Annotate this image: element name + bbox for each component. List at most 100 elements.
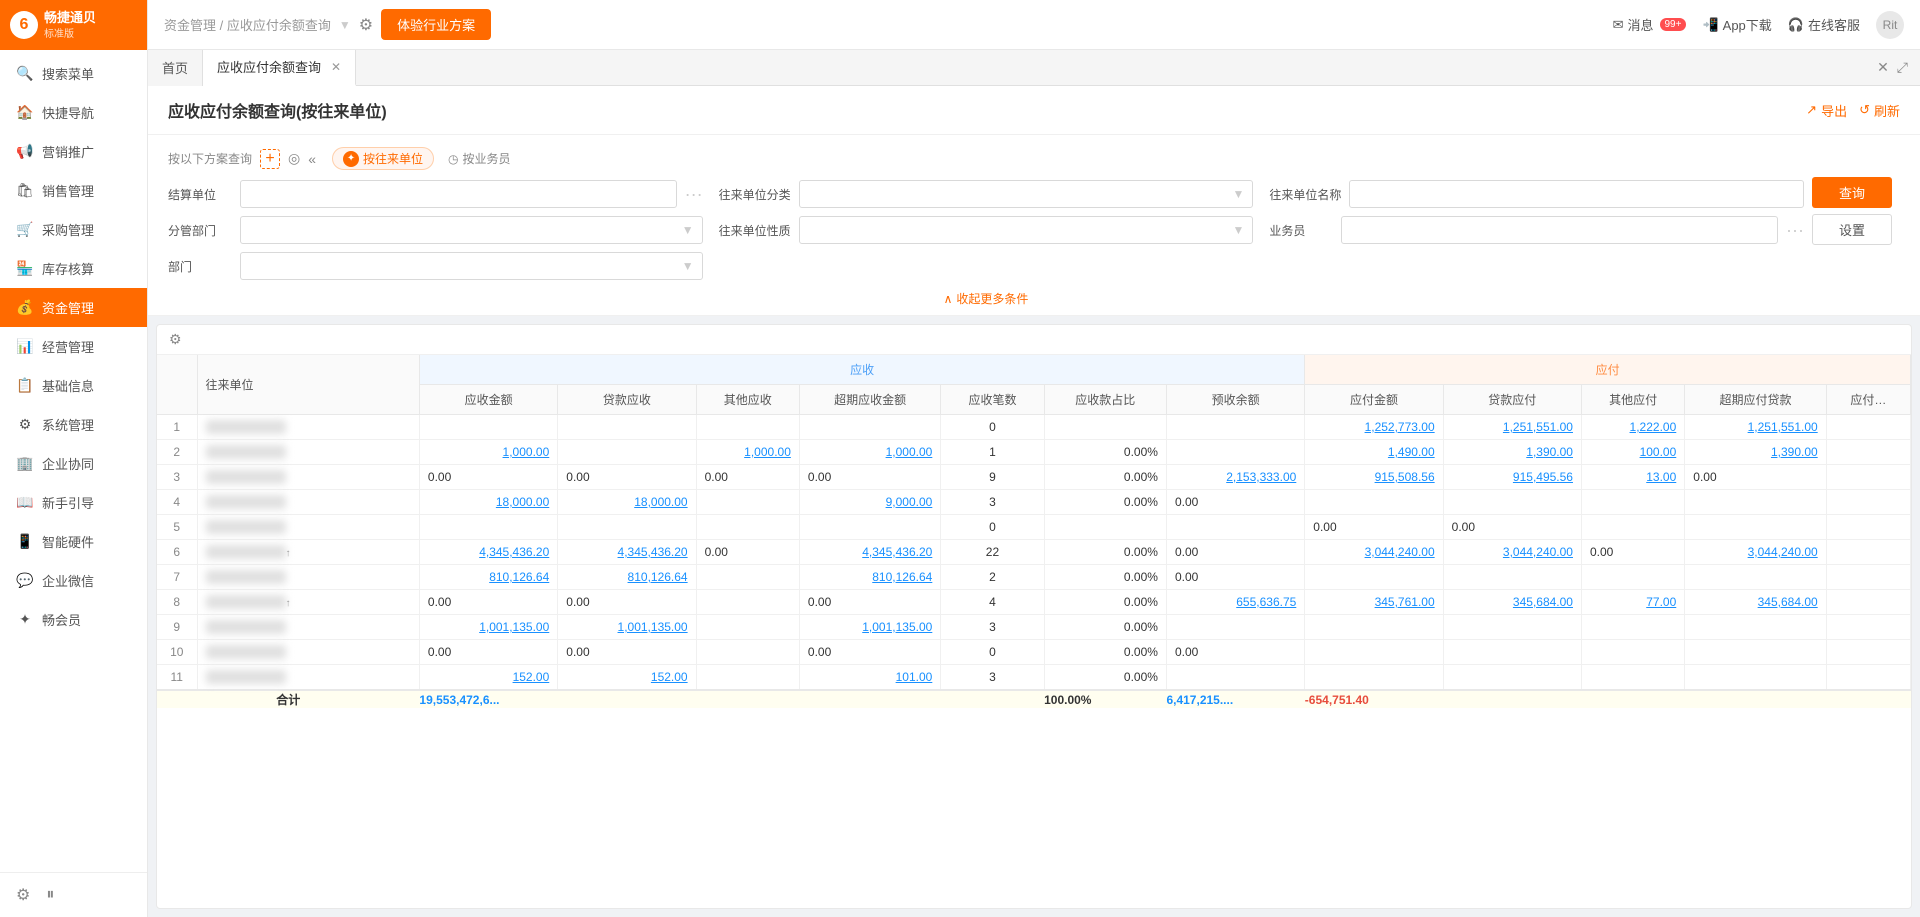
topbar-breadcrumb: 资金管理 / 应收应付余额查询 (164, 15, 331, 34)
sidebar-item-quick-nav[interactable]: 🏠 快捷导航 (0, 93, 147, 132)
filter-row-partner-name: 往来单位名称 (1269, 180, 1804, 208)
collapse-btn[interactable]: ∧ 收起更多条件 (168, 286, 1804, 311)
footer-ar-prepay[interactable]: 6,417,215.... (1166, 690, 1304, 708)
col-ar-prepay: 预收余额 (1166, 385, 1304, 415)
partner-nature-select[interactable]: ▼ (799, 216, 1254, 244)
sales-icon: 🛍 (16, 182, 34, 199)
scheme-partner-btn[interactable]: ✦ 按往来单位 (332, 147, 434, 170)
dept-select[interactable]: ▼ (240, 216, 703, 244)
settings-btn[interactable]: 设置 (1812, 214, 1892, 245)
col-ap-loan: 贷款应付 (1443, 385, 1581, 415)
tab-home[interactable]: 首页 (148, 50, 203, 86)
filter-scheme-btn[interactable]: ◎ (288, 150, 300, 167)
message-icon: ✉ (1613, 17, 1624, 33)
sidebar-item-finance[interactable]: 💰 资金管理 (0, 288, 147, 327)
marketing-icon: 📢 (16, 143, 34, 160)
topbar-dropdown-icon[interactable]: ▼ (339, 18, 351, 32)
refresh-btn[interactable]: ↺ 刷新 (1859, 101, 1900, 120)
col-ar-ratio: 应收款占比 (1044, 385, 1166, 415)
user-avatar[interactable]: Rit (1876, 11, 1904, 39)
sidebar-logo: 6 畅捷通贝 标准版 (0, 0, 147, 50)
query-btn[interactable]: 查询 (1812, 177, 1892, 208)
table-row: 11 152.00152.00101.0030.00% (157, 665, 1911, 691)
footer-label: 合计 (157, 690, 419, 708)
settlement-dots-icon[interactable]: ··· (685, 184, 703, 205)
topbar: 资金管理 / 应收应付余额查询 ▼ ⚙ 体验行业方案 ✉ 消息 99+ 📲 Ap… (148, 0, 1920, 50)
table-row: 6 ↑4,345,436.204,345,436.200.004,345,436… (157, 540, 1911, 565)
filter-collapse-arrow[interactable]: « (308, 151, 316, 167)
table-row: 3 0.000.000.000.0090.00%2,153,333.00915,… (157, 465, 1911, 490)
trial-btn[interactable]: 体验行业方案 (381, 9, 491, 40)
filter-label: 按以下方案查询 (168, 150, 252, 167)
sidebar-item-sales[interactable]: 🛍 销售管理 (0, 171, 147, 210)
vip-icon: ✦ (16, 611, 34, 628)
table-footer-row: 合计 19,553,472,6... 100.00% 6,417,215....… (157, 690, 1911, 708)
filter-add-btn[interactable]: + (260, 149, 280, 169)
filter-row-settlement: 结算单位 ··· (168, 180, 703, 208)
refresh-icon: ↺ (1859, 102, 1870, 118)
tab-balance-query[interactable]: 应收应付余额查询 ✕ (203, 50, 356, 86)
col-ar-amount: 应收金额 (419, 385, 557, 415)
export-icon: ↗ (1806, 102, 1817, 118)
settings-bottom-icon[interactable]: ⚙ (16, 885, 30, 905)
settlement-input[interactable] (240, 180, 677, 208)
sidebar-item-guide[interactable]: 📖 新手引导 (0, 483, 147, 522)
scheme-employee-btn[interactable]: ◷ 按业务员 (440, 148, 519, 169)
salesman-input[interactable] (1341, 216, 1778, 244)
message-btn[interactable]: ✉ 消息 99+ (1613, 15, 1687, 34)
filter-buttons: 查询 设置 (1804, 147, 1900, 245)
filter-row-salesman: 业务员 ··· (1269, 216, 1804, 244)
footer-ar-amount[interactable]: 19,553,472,6... (419, 690, 557, 708)
tab-close-icon[interactable]: ✕ (331, 60, 341, 74)
close-window-btn[interactable]: ✕ (1877, 59, 1889, 76)
online-service-btn[interactable]: 🎧 在线客服 (1788, 15, 1860, 34)
basic-info-icon: 📋 (16, 377, 34, 394)
guide-icon: 📖 (16, 494, 34, 511)
col-ar-loan: 贷款应收 (558, 385, 696, 415)
data-table: 往来单位 应收 应付 应收金额 贷款应收 其他应收 超期应收金额 应收笔数 应收… (157, 355, 1911, 708)
app-download-btn[interactable]: 📲 App下载 (1702, 15, 1771, 34)
sidebar-item-enterprise[interactable]: 🏢 企业协同 (0, 444, 147, 483)
sidebar-item-vip[interactable]: ✦ 畅会员 (0, 600, 147, 639)
salesman-dots-icon[interactable]: ··· (1786, 220, 1804, 241)
topbar-gear-icon[interactable]: ⚙ (359, 15, 373, 35)
sidebar-item-smart-hw[interactable]: 📱 智能硬件 (0, 522, 147, 561)
footer-ap-amount[interactable]: -654,751.40 (1305, 690, 1443, 708)
sidebar: 6 畅捷通贝 标准版 🔍 搜索菜单 🏠 快捷导航 📢 营销推广 🛍 销售管理 🛒… (0, 0, 148, 917)
sidebar-item-marketing[interactable]: 📢 营销推广 (0, 132, 147, 171)
col-ap-extra: 应付… (1826, 385, 1910, 415)
sidebar-item-system[interactable]: ⚙ 系统管理 (0, 405, 147, 444)
filter-area: 按以下方案查询 + ◎ « ✦ 按往来单位 ◷ 按业务员 (148, 135, 1920, 316)
page-header: 应收应付余额查询(按往来单位) ↗ 导出 ↺ 刷新 (148, 86, 1920, 135)
collapse-icon[interactable]: ⏸ (46, 886, 54, 904)
footer-ar-ratio: 100.00% (1044, 690, 1166, 708)
page-title: 应收应付余额查询(按往来单位) (168, 98, 387, 122)
col-partner: 往来单位 (197, 355, 419, 415)
sidebar-item-basic-info[interactable]: 📋 基础信息 (0, 366, 147, 405)
table-row: 9 1,001,135.001,001,135.001,001,135.0030… (157, 615, 1911, 640)
sidebar-item-operations[interactable]: 📊 经营管理 (0, 327, 147, 366)
export-btn[interactable]: ↗ 导出 (1806, 101, 1847, 120)
inventory-icon: 🏪 (16, 260, 34, 277)
col-ap-other: 其他应付 (1581, 385, 1684, 415)
expand-btn[interactable]: ⤢ (1897, 59, 1908, 76)
system-icon: ⚙ (16, 416, 34, 433)
col-ap-amount: 应付金额 (1305, 385, 1443, 415)
sidebar-item-purchase[interactable]: 🛒 采购管理 (0, 210, 147, 249)
scheme-icon: ✦ (343, 151, 359, 167)
sidebar-item-wechat[interactable]: 💬 企业微信 (0, 561, 147, 600)
branch-dept-select[interactable]: ▼ (240, 252, 703, 280)
sidebar-item-inventory[interactable]: 🏪 库存核算 (0, 249, 147, 288)
table-area: ⚙ 往来单位 应收 应付 应收金额 贷款应收 其他应收 (156, 324, 1912, 909)
page-header-actions: ↗ 导出 ↺ 刷新 (1806, 101, 1900, 120)
partner-name-input[interactable] (1349, 180, 1804, 208)
sidebar-bottom: ⚙ ⏸ (0, 872, 147, 917)
enterprise-icon: 🏢 (16, 455, 34, 472)
table-wrapper[interactable]: 往来单位 应收 应付 应收金额 贷款应收 其他应收 超期应收金额 应收笔数 应收… (157, 355, 1911, 908)
table-settings-icon[interactable]: ⚙ (169, 331, 182, 348)
sidebar-item-search[interactable]: 🔍 搜索菜单 (0, 54, 147, 93)
sidebar-menu: 🔍 搜索菜单 🏠 快捷导航 📢 营销推广 🛍 销售管理 🛒 采购管理 🏪 库存核… (0, 50, 147, 872)
home-icon: 🏠 (16, 104, 34, 121)
content-body: ⚙ 往来单位 应收 应付 应收金额 贷款应收 其他应收 (148, 316, 1920, 917)
partner-category-select[interactable]: ▼ (799, 180, 1254, 208)
